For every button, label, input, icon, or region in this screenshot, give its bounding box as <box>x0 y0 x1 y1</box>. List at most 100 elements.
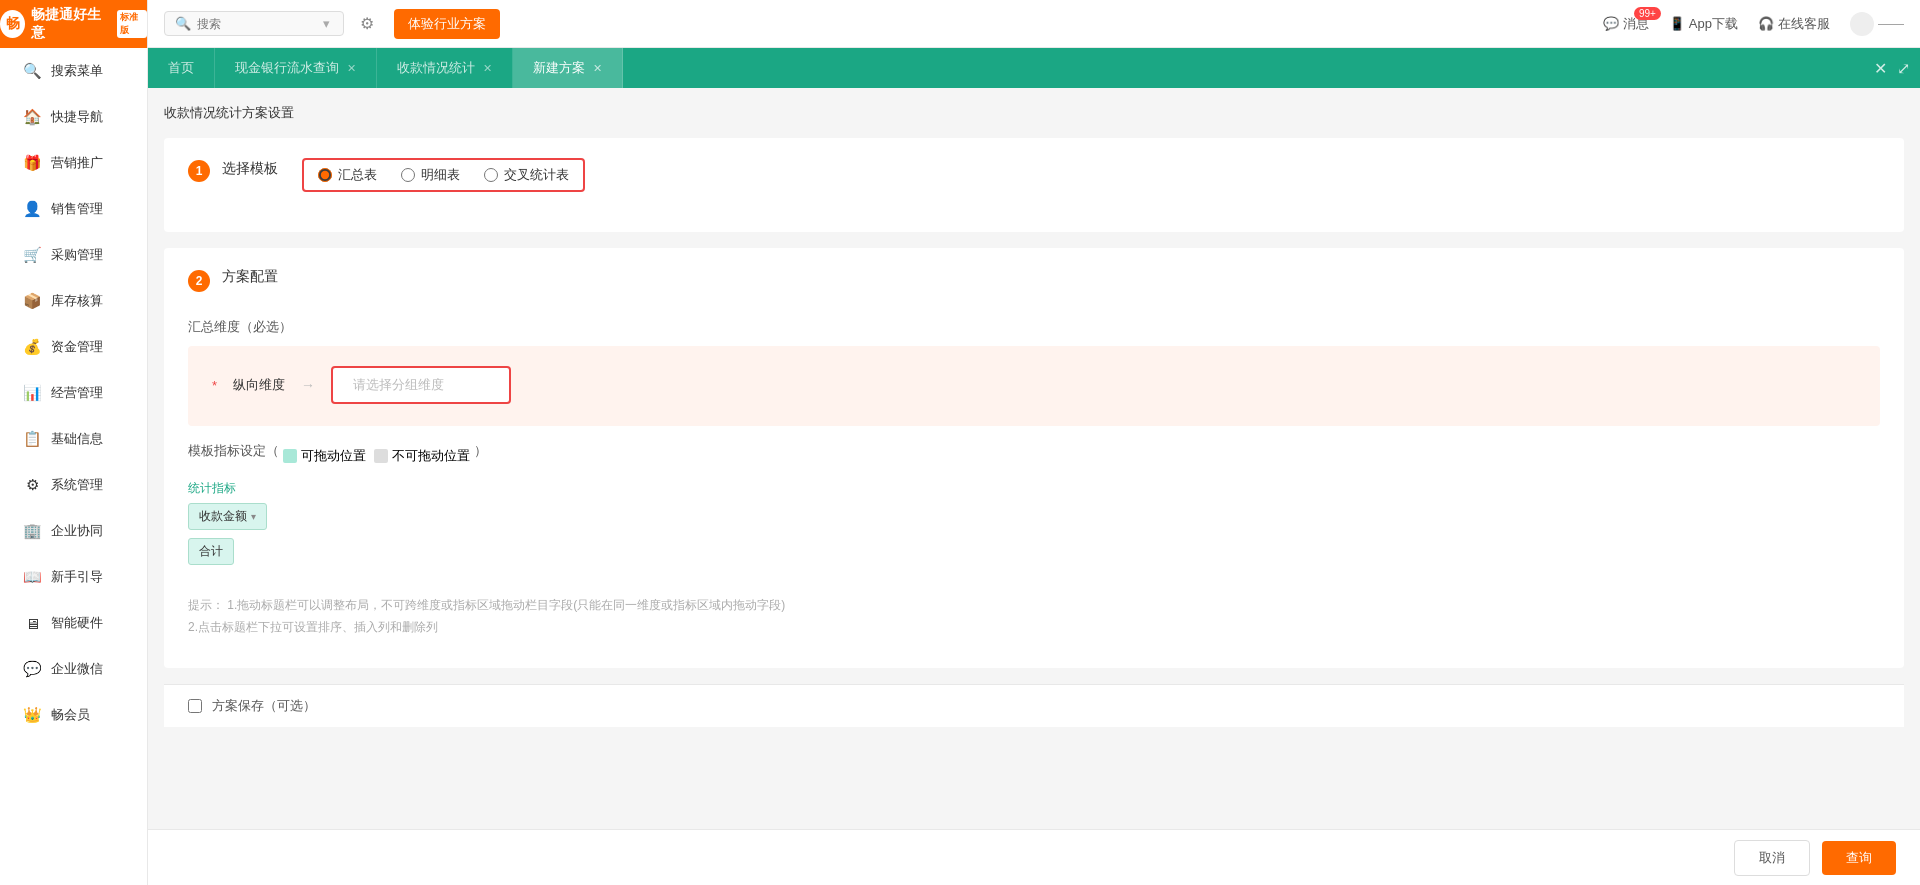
metric-tag-receipt[interactable]: 收款金额 ▾ <box>188 503 267 530</box>
save-checkbox[interactable] <box>188 699 202 713</box>
chat-icon: 💬 <box>23 660 41 678</box>
main-content: 收款情况统计方案设置 1 选择模板 汇总表 <box>148 88 1920 885</box>
sidebar-item-newbie[interactable]: 📖 新手引导 <box>0 554 147 600</box>
tab-new-plan-label: 新建方案 <box>533 59 585 77</box>
query-button[interactable]: 查询 <box>1822 841 1896 875</box>
template-options: 汇总表 明细表 交叉统计表 <box>302 158 585 192</box>
page-container: 收款情况统计方案设置 1 选择模板 汇总表 <box>148 88 1920 803</box>
sidebar-item-sales[interactable]: 👤 销售管理 <box>0 186 147 232</box>
legend-fixed: 不可拖动位置 <box>374 447 470 465</box>
tab-home-label: 首页 <box>168 59 194 77</box>
sidebar-item-label: 智能硬件 <box>51 614 103 632</box>
crown-icon: 👑 <box>23 706 41 724</box>
option-summary[interactable]: 汇总表 <box>318 166 377 184</box>
sidebar-item-capital[interactable]: 💰 资金管理 <box>0 324 147 370</box>
online-service-action[interactable]: 🎧 在线客服 <box>1758 15 1830 33</box>
dim-required-mark: * <box>212 378 217 393</box>
sidebar-item-label: 基础信息 <box>51 430 103 448</box>
sidebar-item-inventory[interactable]: 📦 库存核算 <box>0 278 147 324</box>
sidebar-item-label: 销售管理 <box>51 200 103 218</box>
cart-icon: 🛒 <box>23 246 41 264</box>
app-name: 畅捷通好生意 <box>31 6 107 42</box>
sidebar-item-basic-info[interactable]: 📋 基础信息 <box>0 416 147 462</box>
tab-bank-flow[interactable]: 现金银行流水查询 ✕ <box>215 48 377 88</box>
dim-arrow-icon: → <box>301 377 315 393</box>
sidebar-item-marketing[interactable]: 🎁 营销推广 <box>0 140 147 186</box>
search-input[interactable] <box>197 17 317 31</box>
logo-icon: 畅 <box>0 10 25 38</box>
radio-detail[interactable] <box>401 168 415 182</box>
settings-icon[interactable]: ⚙ <box>360 14 374 33</box>
metrics-label: 模板指标设定（ <box>188 442 279 460</box>
tabbar: 首页 现金银行流水查询 ✕ 收款情况统计 ✕ 新建方案 ✕ ✕ ⤢ <box>148 48 1920 88</box>
dimension-label: 汇总维度（必选） <box>188 318 1880 336</box>
app-download-action[interactable]: 📱 App下载 <box>1669 15 1738 33</box>
tab-receipt-stats[interactable]: 收款情况统计 ✕ <box>377 48 513 88</box>
sidebar-item-quick-nav[interactable]: 🏠 快捷导航 <box>0 94 147 140</box>
sidebar-item-search[interactable]: 🔍 搜索菜单 <box>0 48 147 94</box>
sidebar-item-enterprise-collab[interactable]: 🏢 企业协同 <box>0 508 147 554</box>
gear-icon: ⚙ <box>23 476 41 494</box>
sidebar-item-wechat[interactable]: 💬 企业微信 <box>0 646 147 692</box>
trial-button[interactable]: 体验行业方案 <box>394 9 500 39</box>
sidebar: 畅 畅捷通好生意 标准版 🔍 搜索菜单 🏠 快捷导航 🎁 营销推广 👤 销售管理… <box>0 0 148 885</box>
sidebar-item-label: 新手引导 <box>51 568 103 586</box>
metric-section-label: 统计指标 <box>188 480 1880 497</box>
tabbar-expand-icon[interactable]: ⤢ <box>1897 59 1910 78</box>
tabbar-actions: ✕ ⤢ <box>1874 59 1920 78</box>
pink-zone: * 纵向维度 → 请选择分组维度 <box>188 346 1880 426</box>
user-action[interactable]: —— <box>1850 12 1904 36</box>
metric-area: 统计指标 收款金额 ▾ 合计 <box>188 480 1880 569</box>
step1-row: 1 选择模板 汇总表 明细表 <box>188 158 1880 192</box>
tab-receipt-close[interactable]: ✕ <box>483 62 492 75</box>
tab-new-plan-close[interactable]: ✕ <box>593 62 602 75</box>
tab-bank-flow-close[interactable]: ✕ <box>347 62 356 75</box>
sidebar-item-label: 营销推广 <box>51 154 103 172</box>
radio-summary[interactable] <box>318 168 332 182</box>
cancel-button[interactable]: 取消 <box>1734 840 1810 876</box>
tips-line1: 提示： 1.拖动标题栏可以调整布局，不可跨维度或指标区域拖动栏目字段(只能在同一… <box>188 595 1880 617</box>
vertical-dim-row: * 纵向维度 → 请选择分组维度 <box>212 366 1856 404</box>
step2-label: 方案配置 <box>222 268 278 286</box>
box-icon: 📦 <box>23 292 41 310</box>
monitor-icon: 🖥 <box>23 615 41 632</box>
metric-chevron-icon: ▾ <box>251 511 256 522</box>
sidebar-item-label: 系统管理 <box>51 476 103 494</box>
username-label: —— <box>1878 16 1904 31</box>
sidebar-item-member[interactable]: 👑 畅会员 <box>0 692 147 738</box>
dim-select-box[interactable]: 请选择分组维度 <box>331 366 511 404</box>
save-label: 方案保存（可选） <box>212 697 316 715</box>
dim-placeholder: 请选择分组维度 <box>353 377 444 392</box>
radio-cross[interactable] <box>484 168 498 182</box>
tab-new-plan[interactable]: 新建方案 ✕ <box>513 48 623 88</box>
tab-bank-flow-label: 现金银行流水查询 <box>235 59 339 77</box>
step2-row: 2 方案配置 <box>188 268 1880 298</box>
save-row: 方案保存（可选） <box>164 684 1904 727</box>
sidebar-item-purchase[interactable]: 🛒 采购管理 <box>0 232 147 278</box>
tips-line2: 2.点击标题栏下拉可设置排序、插入列和删除列 <box>188 617 1880 639</box>
search-icon: 🔍 <box>175 16 191 31</box>
headset-icon: 🎧 <box>1758 16 1774 31</box>
sidebar-item-label: 畅会员 <box>51 706 90 724</box>
option-detail[interactable]: 明细表 <box>401 166 460 184</box>
option-cross[interactable]: 交叉统计表 <box>484 166 569 184</box>
app-logo: 畅 畅捷通好生意 标准版 <box>0 0 147 48</box>
user-avatar <box>1850 12 1874 36</box>
message-action[interactable]: 💬 消息 99+ <box>1603 15 1649 33</box>
sidebar-item-label: 库存核算 <box>51 292 103 310</box>
header-search-box[interactable]: 🔍 ▾ <box>164 11 344 36</box>
tab-home[interactable]: 首页 <box>148 48 215 88</box>
sidebar-item-operation[interactable]: 📊 经营管理 <box>0 370 147 416</box>
step2-num: 2 <box>188 270 210 292</box>
sidebar-item-label: 经营管理 <box>51 384 103 402</box>
legend-draggable-label: 可拖动位置 <box>301 447 366 465</box>
sidebar-item-hardware[interactable]: 🖥 智能硬件 <box>0 600 147 646</box>
legend-fixed-label: 不可拖动位置 <box>392 447 470 465</box>
fixed-icon <box>374 449 388 463</box>
online-service-label: 在线客服 <box>1778 15 1830 33</box>
step1-content: 选择模板 汇总表 明细表 <box>222 158 585 192</box>
tabbar-close-icon[interactable]: ✕ <box>1874 59 1887 78</box>
sidebar-item-system[interactable]: ⚙ 系统管理 <box>0 462 147 508</box>
search-menu-icon: 🔍 <box>23 62 41 80</box>
app-download-label: App下载 <box>1689 15 1738 33</box>
